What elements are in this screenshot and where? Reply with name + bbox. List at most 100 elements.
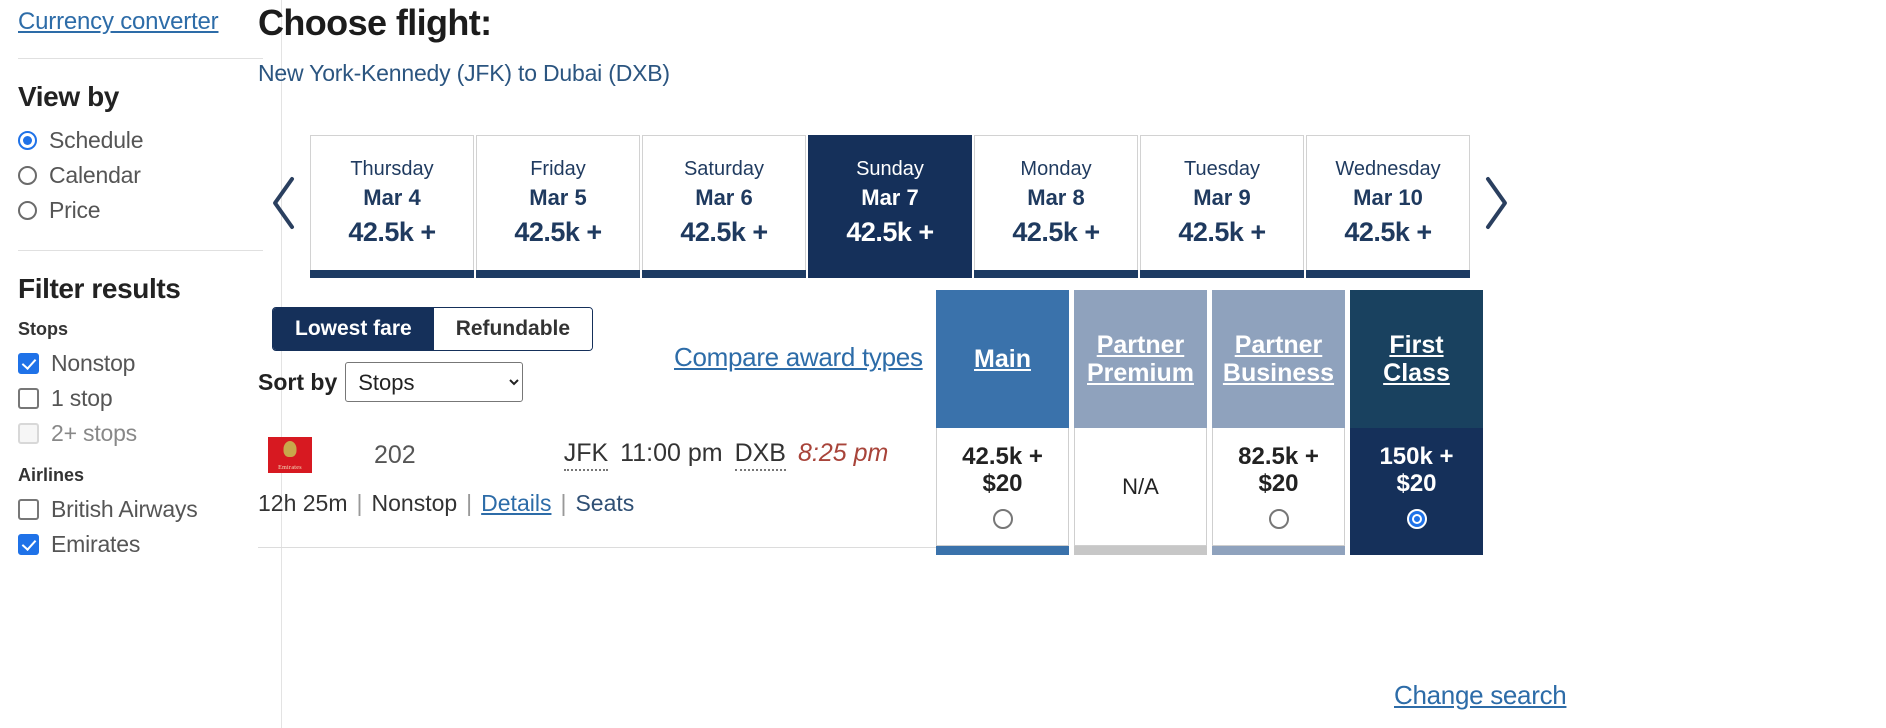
origin-airport-code[interactable]: JFK [564,439,608,471]
date-card-mar-10[interactable]: Wednesday Mar 10 42.5k + [1306,135,1470,271]
flight-seats-link[interactable]: Seats [575,490,634,517]
separator-2: | [466,490,472,517]
date-card-dow: Thursday [350,158,433,181]
emirates-logo-icon: Emirates [268,437,312,473]
fare-foot-partner-business [1212,546,1345,555]
sidebar-divider-2 [18,250,263,251]
filter-stops-nonstop[interactable]: Nonstop [18,350,263,377]
checkbox-icon-1stop[interactable] [18,388,39,409]
currency-converter-link[interactable]: Currency converter [18,8,218,36]
destination-airport-code[interactable]: DXB [735,439,786,471]
date-card-points: 42.5k + [514,217,601,248]
arrive-time: 8:25 pm [798,439,888,468]
date-card-date: Mar 7 [861,185,918,211]
date-card-mar-7[interactable]: Sunday Mar 7 42.5k + [808,135,972,271]
emirates-wordmark: Emirates [278,465,302,471]
emirates-swoosh [284,441,297,457]
filter-airline-emirates[interactable]: Emirates [18,531,263,558]
sort-row: Sort by Stops Price Departure Arrival Du… [258,362,523,402]
radio-icon-calendar[interactable] [18,166,37,185]
view-by-label-price: Price [49,197,100,224]
fare-header-label-line2: Premium [1087,359,1194,387]
date-card-dow: Monday [1020,158,1091,181]
chevron-left-icon[interactable] [258,153,310,253]
view-by-option-calendar[interactable]: Calendar [18,162,263,189]
fare-header-first-class[interactable]: First Class [1350,290,1483,428]
date-card-mar-4[interactable]: Thursday Mar 4 42.5k + [310,135,474,271]
fare-radio-main[interactable] [993,509,1013,529]
fare-class-grid: Main 42.5k + $20 Partner Premium N/A [936,290,1483,555]
fare-column-main: Main 42.5k + $20 [936,290,1069,555]
filter-stops-2plus: 2+ stops [18,420,263,447]
sort-by-select[interactable]: Stops Price Departure Arrival Duration [345,362,523,402]
date-card-dow: Wednesday [1335,158,1440,181]
date-card-date: Mar 10 [1353,185,1423,211]
checkbox-icon-nonstop[interactable] [18,353,39,374]
flight-duration: 12h 25m [258,490,348,517]
date-card-mar-9[interactable]: Tuesday Mar 9 42.5k + [1140,135,1304,271]
fare-points-partner-business: 82.5k + [1238,444,1319,471]
toggle-lowest-fare[interactable]: Lowest fare [273,308,434,350]
date-card-date: Mar 4 [363,185,420,211]
change-search-link[interactable]: Change search [1394,680,1566,711]
fare-type-toggle: Lowest fare Refundable [272,307,593,351]
filter-airline-label-british-airways: British Airways [51,496,198,523]
checkbox-icon-british-airways[interactable] [18,499,39,520]
fare-foot-first-class [1350,546,1483,555]
compare-award-types-link[interactable]: Compare award types [674,342,923,373]
sort-by-label: Sort by [258,369,337,396]
filter-stops-1stop[interactable]: 1 stop [18,385,263,412]
checkbox-icon-emirates[interactable] [18,534,39,555]
view-by-heading: View by [18,81,263,113]
fare-foot-main [936,546,1069,555]
filter-airline-label-emirates: Emirates [51,531,140,558]
date-card-mar-8[interactable]: Monday Mar 8 42.5k + [974,135,1138,271]
flight-result-row[interactable]: Emirates 202 JFK 11:00 pm DXB 8:25 pm 12… [258,430,940,548]
view-by-label-calendar: Calendar [49,162,141,189]
filter-airline-british-airways[interactable]: British Airways [18,496,263,523]
fare-foot-partner-premium [1074,546,1207,555]
view-by-option-price[interactable]: Price [18,197,263,224]
chevron-right-icon[interactable] [1470,153,1522,253]
fare-points-partner-premium: N/A [1122,474,1159,500]
separator-1: | [357,490,363,517]
fare-cell-partner-premium: N/A [1074,428,1207,546]
radio-icon-schedule[interactable] [18,131,37,150]
date-card-dow: Sunday [856,158,924,181]
fare-radio-partner-business[interactable] [1269,509,1289,529]
flight-search-page: Currency converter View by Schedule Cale… [0,0,1886,728]
main-content: Choose flight: New York-Kennedy (JFK) to… [282,0,1886,728]
fare-header-partner-business[interactable]: Partner Business [1212,290,1345,428]
fare-header-main[interactable]: Main [936,290,1069,428]
fare-radio-first-class[interactable] [1407,509,1427,529]
route-subtitle: New York-Kennedy (JFK) to Dubai (DXB) [258,60,670,87]
toggle-refundable[interactable]: Refundable [434,308,592,350]
fare-header-partner-premium[interactable]: Partner Premium [1074,290,1207,428]
view-by-option-schedule[interactable]: Schedule [18,127,263,154]
fare-header-label-line2: Business [1223,359,1334,387]
fare-cell-main[interactable]: 42.5k + $20 [936,428,1069,546]
date-card-points: 42.5k + [846,217,933,248]
date-card-points: 42.5k + [348,217,435,248]
flight-details-link[interactable]: Details [481,490,551,517]
fare-cell-first-class[interactable]: 150k + $20 [1350,428,1483,546]
date-card-mar-6[interactable]: Saturday Mar 6 42.5k + [642,135,806,271]
fare-fee-partner-business: $20 [1258,471,1298,498]
date-card-points: 42.5k + [1178,217,1265,248]
filter-results-heading: Filter results [18,273,263,305]
filter-stops-label-nonstop: Nonstop [51,350,135,377]
date-card-mar-5[interactable]: Friday Mar 5 42.5k + [476,135,640,271]
date-card-dow: Tuesday [1184,158,1260,181]
flight-number: 202 [374,441,416,470]
radio-icon-price[interactable] [18,201,37,220]
fare-header-label-line1: Partner [1235,331,1323,359]
fare-fee-first-class: $20 [1396,471,1436,498]
date-card-points: 42.5k + [1344,217,1431,248]
flight-row-line-1: Emirates 202 JFK 11:00 pm DXB 8:25 pm [258,430,940,480]
fare-cell-partner-business[interactable]: 82.5k + $20 [1212,428,1345,546]
flight-stops: Nonstop [372,490,458,517]
fare-fee-main: $20 [982,471,1022,498]
fare-column-partner-premium: Partner Premium N/A [1074,290,1207,555]
fare-points-main: 42.5k + [962,444,1043,471]
sidebar-divider [18,58,263,59]
